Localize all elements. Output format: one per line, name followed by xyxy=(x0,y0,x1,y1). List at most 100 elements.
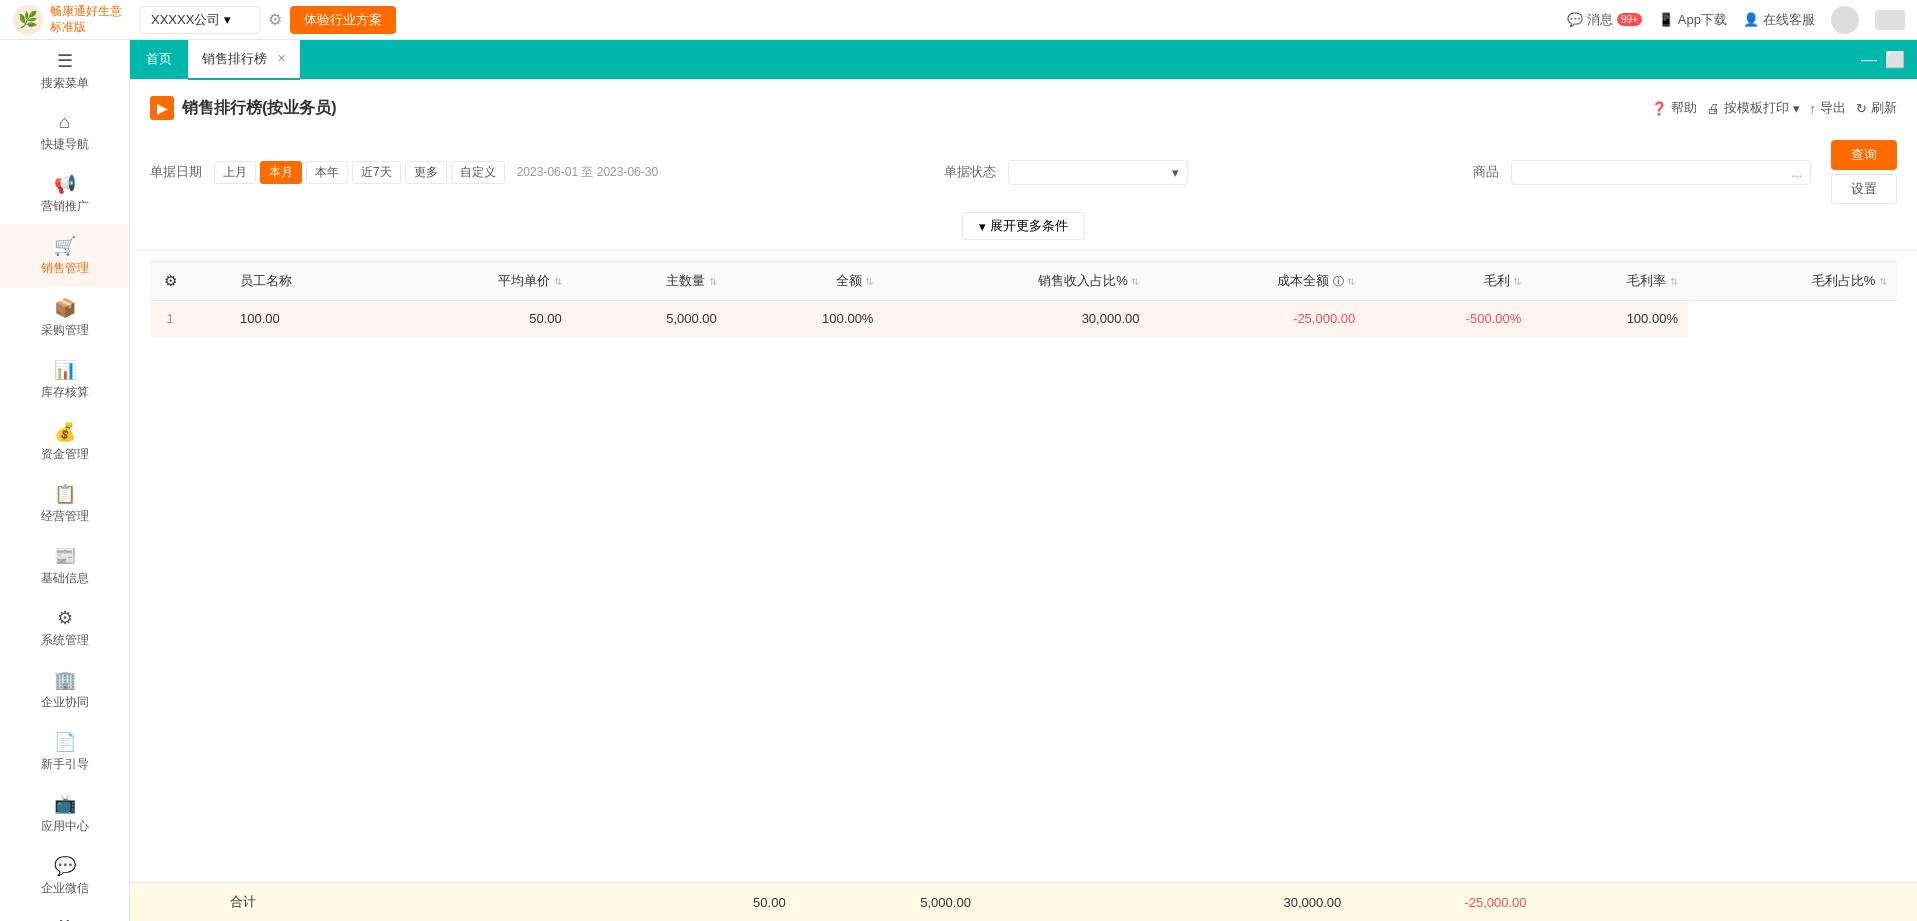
sidebar-item-label: 销售管理 xyxy=(41,260,89,277)
col-settings[interactable]: ⚙ xyxy=(150,262,190,301)
logo-icon: 🌿 xyxy=(12,4,44,36)
col-avg-price[interactable]: 平均单价 ⇅ xyxy=(388,262,572,301)
sidebar-item-label: 系统管理 xyxy=(41,632,89,649)
marketing-icon: 📢 xyxy=(54,173,76,195)
filter-row-main: 单据日期 上月 本月 本年 近7天 更多 自定义 2023-06-01 至 20… xyxy=(150,140,1897,204)
logo-area: 🌿 畅康通好生意 标准版 xyxy=(12,4,140,36)
page-actions: ❓ 帮助 🖨 按模板打印 ▾ ↑ 导出 ↻ xyxy=(1651,99,1898,117)
goods-label: 商品 xyxy=(1473,163,1499,181)
top-right-actions: 💬 消息 99+ 📱 App下载 👤 在线客服 xyxy=(1567,6,1905,34)
footer-qty: 50.00 xyxy=(600,895,785,910)
status-chevron-icon: ▾ xyxy=(1172,165,1179,180)
footer-label: 合计 xyxy=(230,893,415,911)
download-icon: 📱 xyxy=(1658,12,1674,27)
sidebar-item-quicknav[interactable]: ⌂ 快捷导航 xyxy=(0,102,129,163)
col-cost-amount[interactable]: 成本全额 ⓘ ⇅ xyxy=(1149,262,1365,301)
settings-button[interactable]: 设置 xyxy=(1831,174,1897,204)
col-rank xyxy=(190,262,230,301)
trial-button[interactable]: 体验行业方案 xyxy=(290,6,396,34)
goods-input[interactable]: ... xyxy=(1511,160,1811,185)
cell-cost-amount: 30,000.00 xyxy=(883,301,1149,337)
footer-cost-amount: 30,000.00 xyxy=(1156,895,1341,910)
tab-bar: 首页 销售排行榜 ✕ — ⬜ xyxy=(130,40,1917,80)
expand-more-button[interactable]: ▾ 展开更多条件 xyxy=(962,212,1085,240)
col-qty[interactable]: 主数量 ⇅ xyxy=(572,262,727,301)
date-range-display: 2023-06-01 至 2023-06-30 xyxy=(517,164,658,181)
sidebar-item-capital[interactable]: 💰 资金管理 xyxy=(0,411,129,473)
sidebar-item-label: 企业协同 xyxy=(41,694,89,711)
footer-amount: 5,000.00 xyxy=(786,895,971,910)
content-body: ▶ 销售排行榜(按业务员) ❓ 帮助 🖨 按模板打印 ▾ xyxy=(130,80,1917,921)
message-button[interactable]: 💬 消息 99+ xyxy=(1567,11,1642,29)
sidebar-item-marketing[interactable]: 📢 营销推广 xyxy=(0,163,129,225)
sidebar-item-basic[interactable]: 📰 基础信息 xyxy=(0,535,129,597)
tab-maximize-icon[interactable]: ⬜ xyxy=(1885,50,1905,69)
date-btn-this-month[interactable]: 本月 xyxy=(260,161,302,184)
col-amount[interactable]: 全额 ⇅ xyxy=(727,262,884,301)
sort-icon: ⇅ xyxy=(1131,276,1139,287)
sort-icon: ⇅ xyxy=(865,276,873,287)
tab-close-icon[interactable]: ✕ xyxy=(277,52,286,65)
refresh-button[interactable]: ↻ 刷新 xyxy=(1856,99,1897,117)
sidebar-item-sales[interactable]: 🛒 销售管理 xyxy=(0,225,129,287)
expand-icon: ▾ xyxy=(979,219,986,234)
tab-minimize-icon[interactable]: — xyxy=(1861,51,1877,69)
sidebar-item-system[interactable]: ⚙ 系统管理 xyxy=(0,597,129,659)
export-button[interactable]: ↑ 导出 xyxy=(1810,99,1847,117)
sidebar-item-inventory[interactable]: 📊 库存核算 xyxy=(0,349,129,411)
date-btn-custom[interactable]: 自定义 xyxy=(451,161,505,184)
sidebar-item-search[interactable]: ☰ 搜索菜单 xyxy=(0,40,129,102)
sidebar-item-label: 经营管理 xyxy=(41,508,89,525)
date-btn-more[interactable]: 更多 xyxy=(405,161,447,184)
date-btn-last-month[interactable]: 上月 xyxy=(214,161,256,184)
sort-icon: ⇅ xyxy=(1347,276,1355,287)
company-selector[interactable]: XXXXX公司 ▾ xyxy=(140,6,260,34)
online-service-button[interactable]: 👤 在线客服 xyxy=(1743,11,1815,29)
member-icon: V xyxy=(60,917,69,921)
table-settings-icon[interactable]: ⚙ xyxy=(164,272,177,289)
sidebar-item-label: 资金管理 xyxy=(41,446,89,463)
help-button[interactable]: ❓ 帮助 xyxy=(1651,99,1697,117)
sidebar-item-enterprise[interactable]: 🏢 企业协同 xyxy=(0,659,129,721)
user-avatar[interactable] xyxy=(1831,6,1859,34)
date-btn-7days[interactable]: 近7天 xyxy=(352,161,401,184)
col-gross[interactable]: 毛利 ⇅ xyxy=(1365,262,1531,301)
date-btn-this-year[interactable]: 本年 xyxy=(306,161,348,184)
query-button[interactable]: 查询 xyxy=(1831,140,1897,170)
col-gross-pct[interactable]: 毛利占比% ⇅ xyxy=(1688,262,1897,301)
sidebar: ☰ 搜索菜单 ⌂ 快捷导航 📢 营销推广 🛒 销售管理 📦 采购管理 📊 库 xyxy=(0,40,130,921)
sidebar-item-purchase[interactable]: 📦 采购管理 xyxy=(0,287,129,349)
sidebar-item-member[interactable]: V 畅会员 xyxy=(0,907,129,921)
sidebar-item-appcenter[interactable]: 📺 应用中心 xyxy=(0,783,129,845)
sidebar-item-label: 库存核算 xyxy=(41,384,89,401)
svg-text:🌿: 🌿 xyxy=(18,10,38,29)
sidebar-item-guide[interactable]: 📄 新手引导 xyxy=(0,721,129,783)
sort-icon: ⇅ xyxy=(709,276,717,287)
sidebar-item-label: 企业微信 xyxy=(41,880,89,897)
settings-icon[interactable]: ⚙ xyxy=(268,10,282,29)
appcenter-icon: 📺 xyxy=(54,793,76,815)
data-table: ⚙ 员工名称 平均单价 ⇅ 主数量 ⇅ 全额 ⇅ 销售收入占比% ⇅ 成本全额 … xyxy=(150,261,1897,337)
wechat-icon: 💬 xyxy=(54,855,76,877)
print-chevron-icon: ▾ xyxy=(1793,101,1800,116)
service-icon: 👤 xyxy=(1743,12,1759,27)
col-name: 员工名称 xyxy=(230,262,388,301)
sidebar-item-label: 基础信息 xyxy=(41,570,89,587)
col-gross-rate[interactable]: 毛利率 ⇅ xyxy=(1531,262,1688,301)
sidebar-item-wechat[interactable]: 💬 企业微信 xyxy=(0,845,129,907)
status-select[interactable]: ▾ xyxy=(1008,160,1188,185)
collapse-filter-btn[interactable]: ▶ xyxy=(150,96,174,120)
tab-sales-ranking[interactable]: 销售排行榜 ✕ xyxy=(188,40,300,80)
print-icon: 🖨 xyxy=(1707,101,1720,116)
tab-home[interactable]: 首页 xyxy=(130,40,188,80)
footer-area: 合计 50.00 5,000.00 30,000.00 -25,000.00 xyxy=(130,882,1917,921)
sidebar-item-operations[interactable]: 📋 经营管理 xyxy=(0,473,129,535)
col-sales-pct[interactable]: 销售收入占比% ⇅ xyxy=(883,262,1149,301)
app-download-button[interactable]: 📱 App下载 xyxy=(1658,11,1727,29)
cell-gross: -25,000.00 xyxy=(1149,301,1365,337)
purchase-icon: 📦 xyxy=(54,297,76,319)
template-print-button[interactable]: 🖨 按模板打印 ▾ xyxy=(1707,99,1800,117)
sales-icon: 🛒 xyxy=(54,235,76,257)
cell-name xyxy=(190,301,230,337)
capital-icon: 💰 xyxy=(54,421,76,443)
